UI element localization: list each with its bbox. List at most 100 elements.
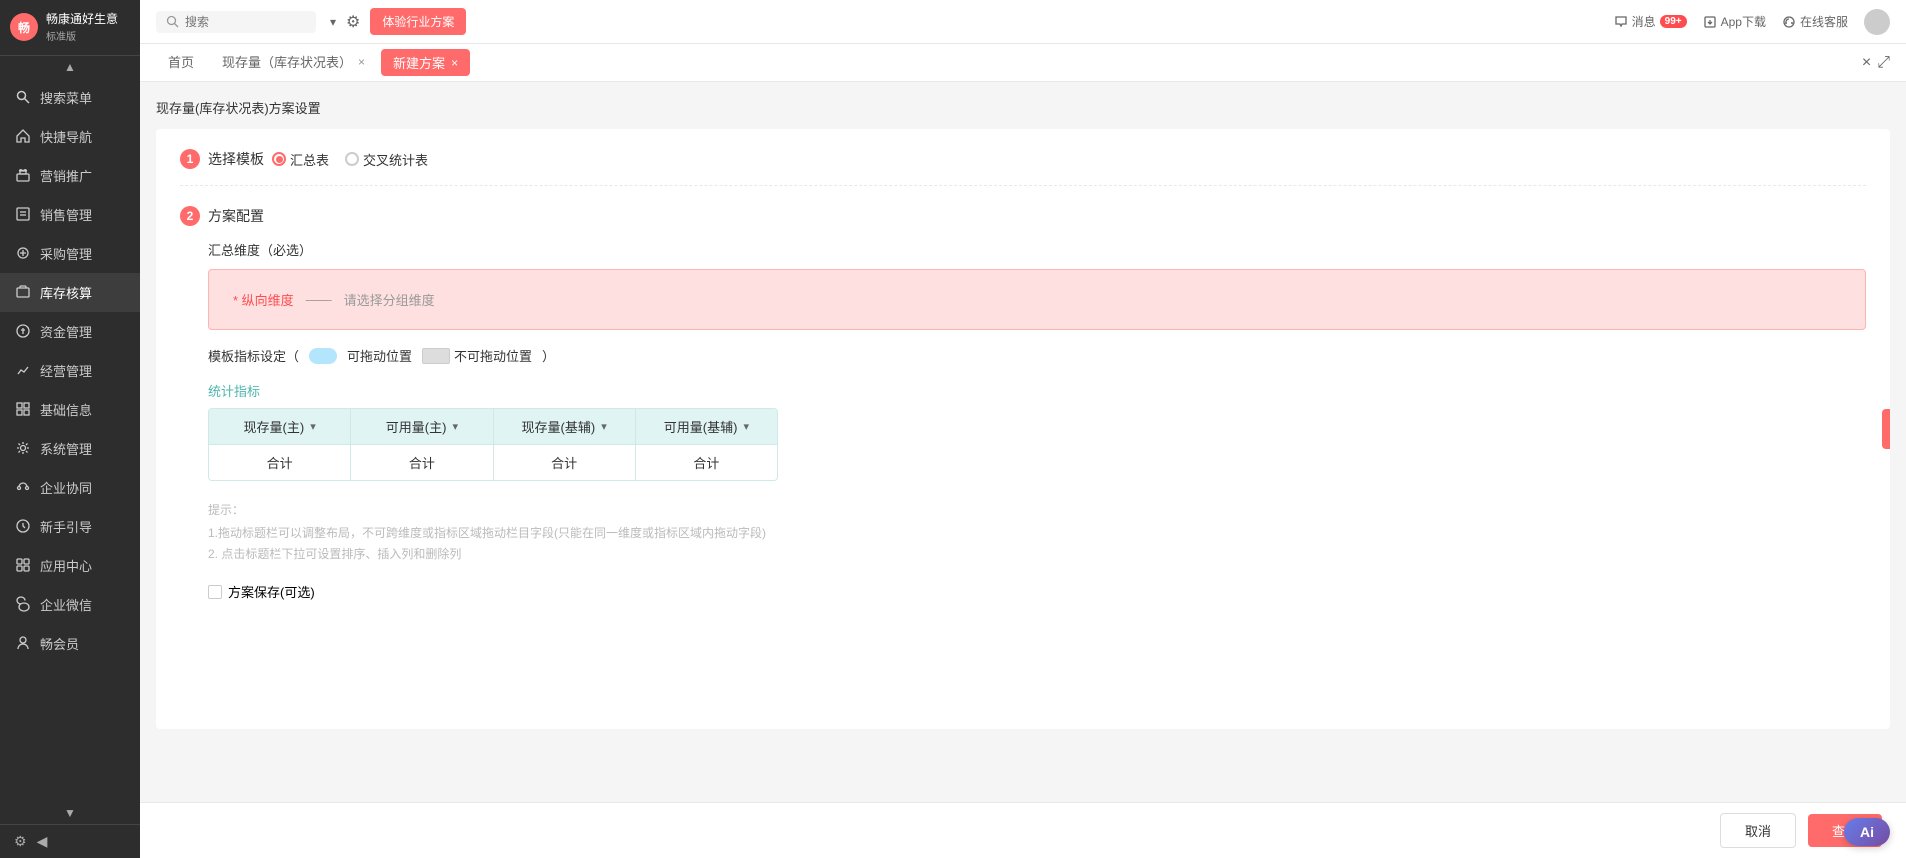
online-service-btn[interactable]: 在线客服 bbox=[1782, 13, 1848, 30]
settings-panel: 1 选择模板 汇总表 交叉统计表 bbox=[156, 129, 1890, 729]
cancel-button[interactable]: 取消 bbox=[1720, 813, 1796, 848]
sidebar-item-finance-label: 资金管理 bbox=[40, 322, 92, 341]
dimension-placeholder[interactable]: 请选择分组维度 bbox=[344, 290, 435, 309]
sidebar-nav: 搜索菜单 快捷导航 营销推广 销售管理 采购管理 bbox=[0, 78, 140, 802]
tab-inventory[interactable]: 现存量（库存状况表） × bbox=[210, 46, 377, 79]
indicator-close-bracket: ） bbox=[542, 346, 555, 365]
sidebar-item-basic-label: 基础信息 bbox=[40, 400, 92, 419]
radio-summary-circle bbox=[272, 152, 286, 166]
tips-item-1: 2. 点击标题栏下拉可设置排序、插入列和删除列 bbox=[208, 545, 1866, 562]
tab-bar: 首页 现存量（库存状况表） × 新建方案 × × ⤢ bbox=[140, 44, 1906, 82]
radio-summary[interactable]: 汇总表 bbox=[272, 150, 329, 169]
sidebar-item-marketing-label: 营销推广 bbox=[40, 166, 92, 185]
save-label: 方案保存(可选) bbox=[228, 582, 315, 601]
sidebar-collapse-btn[interactable]: ◀ bbox=[37, 833, 48, 850]
tab-home-label: 首页 bbox=[168, 52, 194, 71]
sidebar-item-app[interactable]: 应用中心 bbox=[0, 546, 140, 585]
sidebar-item-member[interactable]: 畅会员 bbox=[0, 624, 140, 663]
sidebar-settings-btn[interactable]: ⚙ bbox=[14, 833, 27, 850]
page-header-title: 现存量(库存状况表)方案设置 bbox=[156, 101, 321, 116]
gift-icon bbox=[14, 166, 32, 184]
sidebar-item-sales[interactable]: 销售管理 bbox=[0, 195, 140, 234]
stats-cell-0-1: 合计 bbox=[351, 444, 493, 480]
sidebar-item-wechat[interactable]: 企业微信 bbox=[0, 585, 140, 624]
finance-icon bbox=[14, 322, 32, 340]
sidebar-item-inventory[interactable]: 库存核算 bbox=[0, 273, 140, 312]
save-row: 方案保存(可选) bbox=[208, 582, 1866, 601]
sidebar-item-finance[interactable]: 资金管理 bbox=[0, 312, 140, 351]
sidebar-item-marketing[interactable]: 营销推广 bbox=[0, 156, 140, 195]
stats-col-1-arrow[interactable]: ▾ bbox=[452, 420, 458, 433]
newbie-icon bbox=[14, 517, 32, 535]
contract-icon bbox=[14, 478, 32, 496]
radio-cross-circle bbox=[345, 152, 359, 166]
app-icon bbox=[14, 556, 32, 574]
sidebar-item-basic[interactable]: 基础信息 bbox=[0, 390, 140, 429]
tab-inventory-label: 现存量（库存状况表） bbox=[222, 52, 352, 71]
tab-new-plan-label: 新建方案 bbox=[393, 53, 445, 72]
save-checkbox[interactable] bbox=[208, 585, 222, 599]
stats-col-2-arrow[interactable]: ▾ bbox=[601, 420, 607, 433]
panel-close-btn[interactable]: × bbox=[1862, 54, 1871, 72]
topbar-settings-btn[interactable]: ⚙ bbox=[346, 12, 360, 32]
industry-btn[interactable]: 体验行业方案 bbox=[370, 8, 466, 35]
fixed-label: 不可拖动位置 bbox=[454, 346, 532, 365]
panel-expand-btn[interactable]: ⤢ bbox=[1877, 54, 1890, 72]
template-radio-group: 汇总表 交叉统计表 bbox=[272, 150, 428, 169]
online-service-icon bbox=[1782, 15, 1796, 29]
sidebar-item-system[interactable]: 系统管理 bbox=[0, 429, 140, 468]
search-menu-icon bbox=[14, 88, 32, 106]
sidebar-item-operations[interactable]: 经营管理 bbox=[0, 351, 140, 390]
dimension-label: 汇总维度（必选） bbox=[208, 240, 1866, 259]
tab-home[interactable]: 首页 bbox=[156, 46, 206, 79]
stats-table-header: 现存量(主) ▾ 可用量(主) ▾ 现存量(基辅) ▾ bbox=[209, 409, 777, 444]
stats-col-1: 可用量(主) ▾ bbox=[351, 409, 493, 444]
app-logo: 畅 畅康通好生意 标准版 bbox=[0, 0, 140, 56]
sidebar-item-search[interactable]: 搜索菜单 bbox=[0, 78, 140, 117]
purchase-icon bbox=[14, 244, 32, 262]
user-avatar[interactable] bbox=[1864, 9, 1890, 35]
tab-new-plan-close[interactable]: × bbox=[451, 56, 458, 70]
app-download-btn[interactable]: App下载 bbox=[1703, 13, 1766, 30]
stats-col-2-label: 现存量(基辅) bbox=[522, 417, 596, 436]
stats-cell-0-3: 合计 bbox=[636, 444, 777, 480]
stats-col-3-label: 可用量(基辅) bbox=[664, 417, 738, 436]
stats-col-0: 现存量(主) ▾ bbox=[209, 409, 351, 444]
sidebar-item-newbie[interactable]: 新手引导 bbox=[0, 507, 140, 546]
right-edge-indicator[interactable] bbox=[1882, 409, 1890, 449]
sidebar-scroll-up[interactable]: ▲ bbox=[0, 56, 140, 78]
sidebar-item-inventory-label: 库存核算 bbox=[40, 283, 92, 302]
sidebar-item-newbie-label: 新手引导 bbox=[40, 517, 92, 536]
system-icon bbox=[14, 439, 32, 457]
sidebar-item-purchase[interactable]: 采购管理 bbox=[0, 234, 140, 273]
fixed-indicator: 不可拖动位置 bbox=[422, 346, 532, 365]
section1-num: 1 bbox=[180, 149, 200, 169]
radio-cross[interactable]: 交叉统计表 bbox=[345, 150, 428, 169]
message-icon bbox=[1614, 15, 1628, 29]
sidebar-scroll-down[interactable]: ▼ bbox=[0, 802, 140, 824]
app-download-icon bbox=[1703, 15, 1717, 29]
stats-col-3-arrow[interactable]: ▾ bbox=[743, 420, 749, 433]
stats-col-2: 现存量(基辅) ▾ bbox=[494, 409, 636, 444]
search-input[interactable] bbox=[185, 15, 285, 29]
stats-col-0-arrow[interactable]: ▾ bbox=[310, 420, 316, 433]
tips-section: 提示： 1.拖动标题栏可以调整布局，不可跨维度或指标区域拖动栏目字段(只能在同一… bbox=[208, 501, 1866, 562]
tab-new-plan[interactable]: 新建方案 × bbox=[381, 49, 470, 76]
section2-label: 方案配置 bbox=[208, 206, 264, 226]
ai-badge[interactable]: Ai bbox=[1844, 818, 1890, 846]
search-box bbox=[156, 11, 316, 33]
section2-title: 2 方案配置 bbox=[180, 206, 1866, 226]
sidebar-item-system-label: 系统管理 bbox=[40, 439, 92, 458]
topbar-dropdown[interactable]: ▾ bbox=[330, 15, 336, 29]
member-icon bbox=[14, 634, 32, 652]
tab-panel-controls: × ⤢ bbox=[1862, 54, 1890, 72]
sidebar-item-quicknav[interactable]: 快捷导航 bbox=[0, 117, 140, 156]
stats-table: 现存量(主) ▾ 可用量(主) ▾ 现存量(基辅) ▾ bbox=[208, 408, 778, 481]
sidebar-item-contract[interactable]: 企业协同 bbox=[0, 468, 140, 507]
message-btn[interactable]: 消息 99+ bbox=[1614, 13, 1687, 30]
tab-inventory-close[interactable]: × bbox=[358, 55, 365, 69]
sidebar-item-wechat-label: 企业微信 bbox=[40, 595, 92, 614]
app-download-label: App下载 bbox=[1721, 13, 1766, 30]
dimension-separator: —— bbox=[306, 292, 332, 307]
stats-title: 统计指标 bbox=[208, 381, 1866, 400]
